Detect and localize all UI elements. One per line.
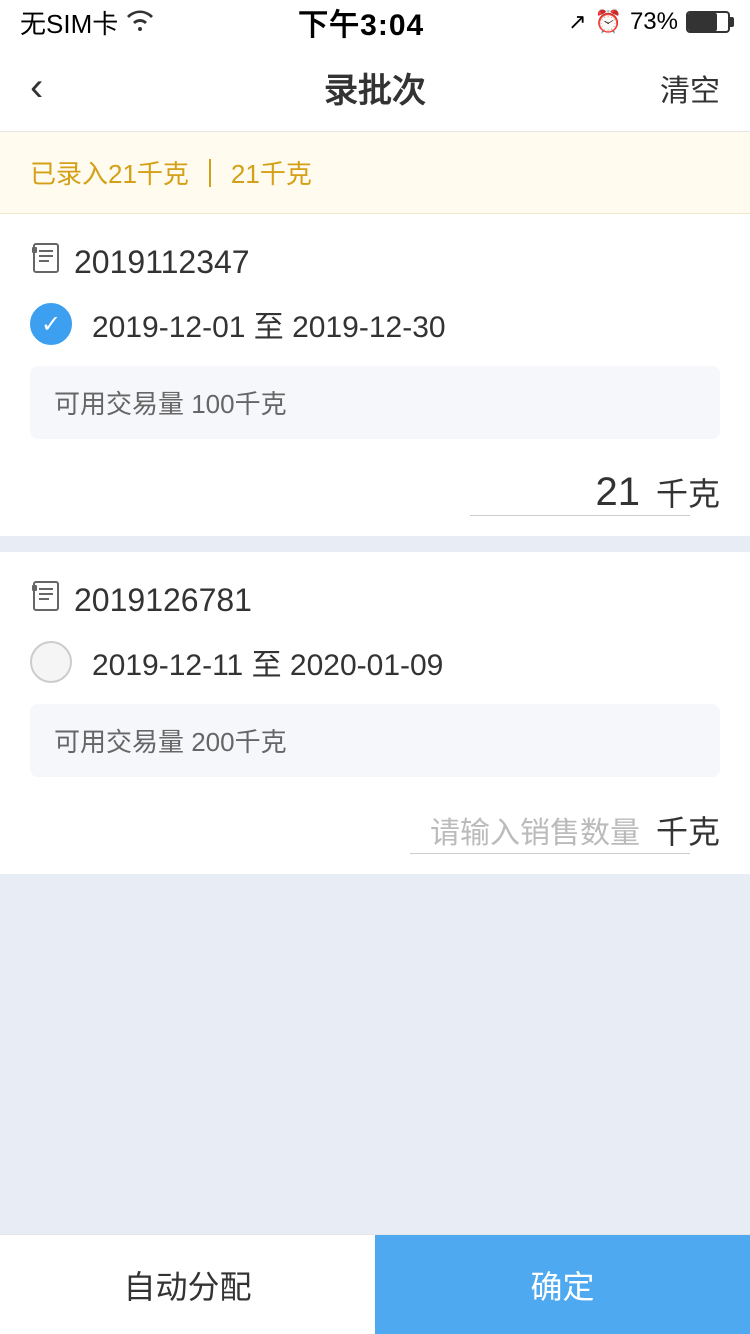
batch-date-row-1[interactable]: ✓ 2019-12-01 至 2019-12-30 [0, 292, 750, 356]
batch-radio-2[interactable] [30, 641, 72, 683]
battery-icon [686, 11, 730, 33]
amount-wrapper-1: 21 千克 [0, 459, 750, 536]
location-icon: ↗ [568, 9, 586, 35]
no-sim-text: 无SIM卡 [20, 4, 118, 41]
battery-percent: 73% [630, 8, 678, 36]
status-right: ↗ ⏰ 73% [568, 8, 730, 36]
amount-wrapper-2: 请输入销售数量 千克 [0, 797, 750, 874]
batch-id-1: 2019112347 [74, 244, 250, 281]
summary-bar: 已录入21千克 21千克 [0, 132, 750, 214]
input-underline-2 [410, 853, 690, 854]
amount-inner-2: 请输入销售数量 千克 [430, 807, 720, 853]
page-title: 录批次 [324, 63, 426, 112]
batch-id-2: 2019126781 [74, 582, 252, 619]
confirm-button[interactable]: 确定 [375, 1235, 750, 1334]
wifi-icon [126, 7, 154, 38]
status-bar: 无SIM卡 下午3:04 ↗ ⏰ 73% [0, 0, 750, 44]
input-placeholder-2[interactable]: 请输入销售数量 [430, 808, 640, 852]
batch-card-2: 2019126781 2019-12-11 至 2020-01-09 可用交易量… [0, 552, 750, 874]
amount-unit-1: 千克 [656, 469, 720, 515]
summary-divider [209, 159, 211, 187]
alarm-icon: ⏰ [595, 9, 622, 35]
batch-available-2: 可用交易量 200千克 [30, 704, 720, 777]
input-unit-2: 千克 [656, 807, 720, 853]
recorded-amount: 已录入21千克 [30, 154, 189, 191]
batch-icon-1 [30, 242, 62, 282]
batch-radio-1[interactable]: ✓ [30, 303, 72, 345]
section-divider [0, 536, 750, 552]
batch-header-2: 2019126781 [0, 552, 750, 630]
nav-bar: ‹ 录批次 清空 [0, 44, 750, 132]
batch-date-2: 2019-12-11 至 2020-01-09 [92, 640, 443, 684]
check-icon-1: ✓ [41, 310, 61, 339]
bottom-bar: 自动分配 确定 [0, 1234, 750, 1334]
batch-icon-2 [30, 580, 62, 620]
batch-date-1: 2019-12-01 至 2019-12-30 [92, 302, 446, 346]
total-amount: 21千克 [231, 154, 312, 191]
empty-area [0, 874, 750, 1294]
amount-value-1[interactable]: 21 [595, 470, 640, 515]
batch-date-row-2[interactable]: 2019-12-11 至 2020-01-09 [0, 630, 750, 694]
batch-available-1: 可用交易量 100千克 [30, 366, 720, 439]
amount-underline-1 [470, 515, 690, 516]
batch-header-1: 2019112347 [0, 214, 750, 292]
back-button[interactable]: ‹ [30, 65, 90, 110]
status-time: 下午3:04 [298, 0, 424, 44]
clear-button[interactable]: 清空 [660, 66, 720, 110]
auto-distribute-button[interactable]: 自动分配 [0, 1235, 375, 1334]
amount-inner-1: 21 千克 [595, 469, 720, 515]
status-left: 无SIM卡 [20, 4, 154, 41]
batch-card-1: 2019112347 ✓ 2019-12-01 至 2019-12-30 可用交… [0, 214, 750, 536]
